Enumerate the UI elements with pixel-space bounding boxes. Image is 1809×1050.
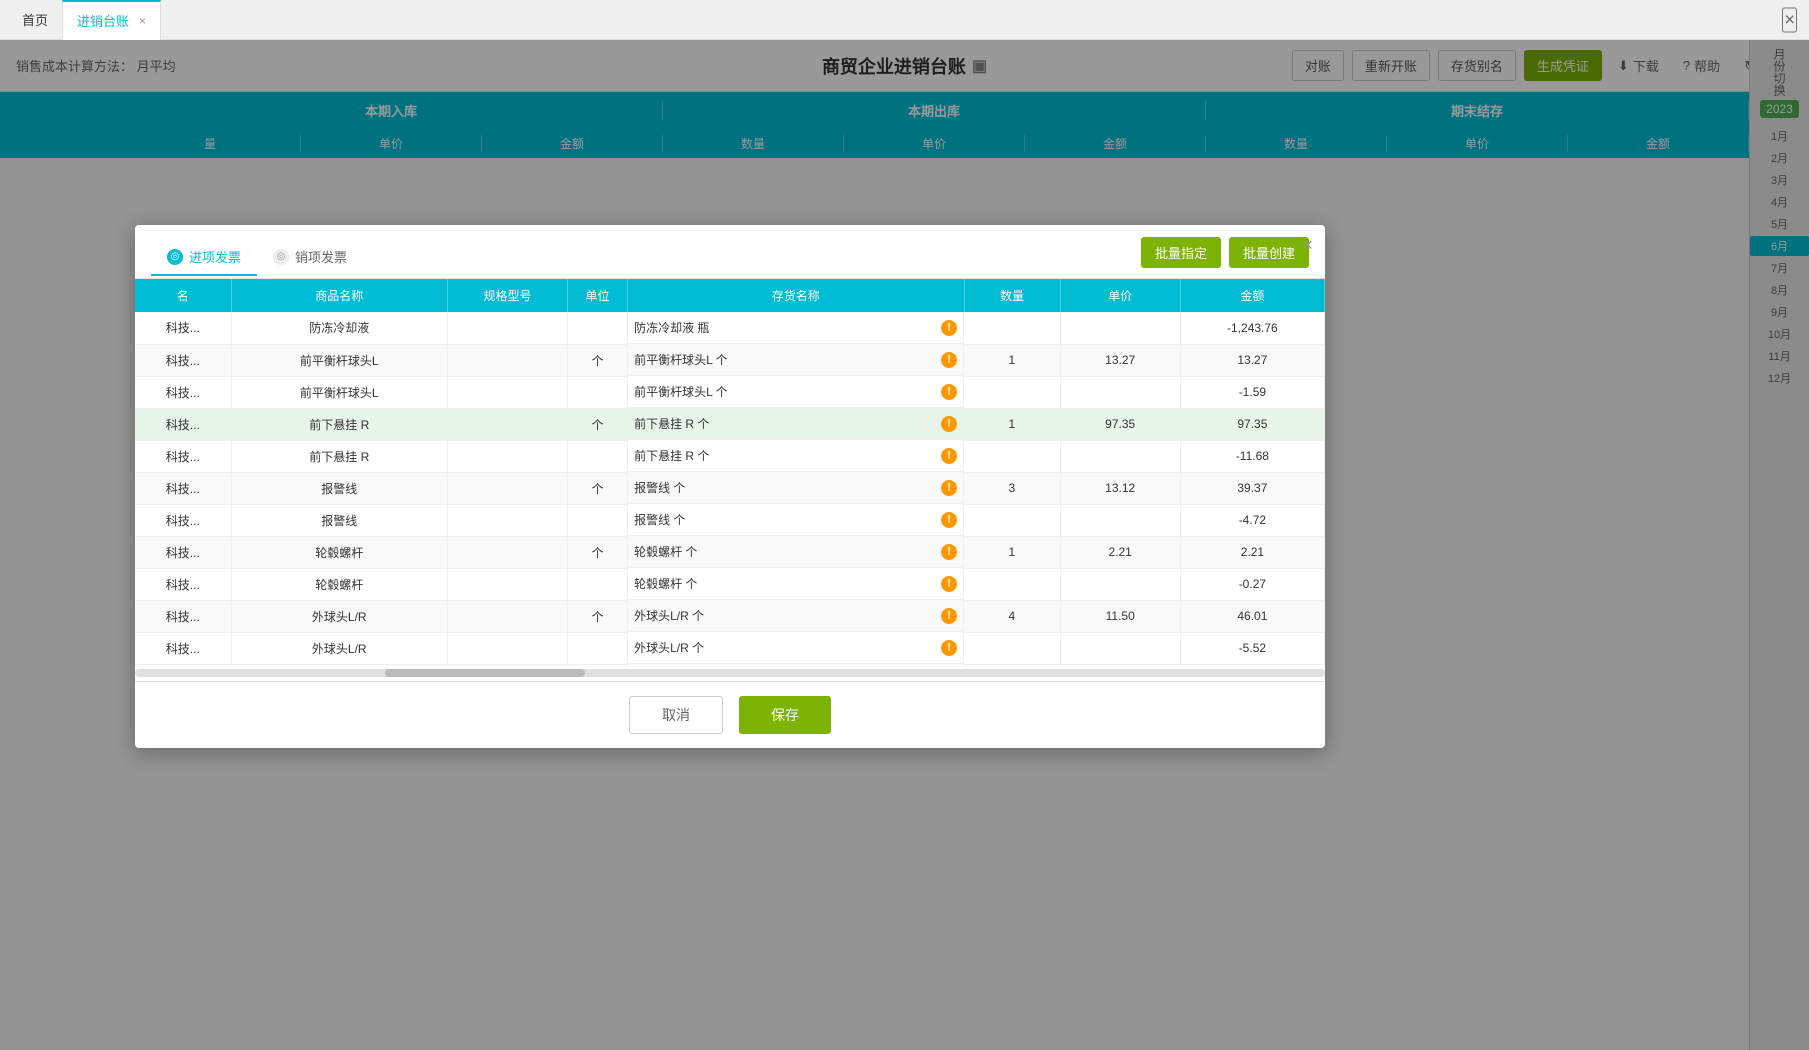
table-row: 科技...防冻冷却液防冻冷却液 瓶!-1,243.76 [135, 312, 1325, 344]
scrollbar-thumb[interactable] [385, 669, 585, 677]
warning-icon: ! [941, 352, 957, 368]
xiaoxiang-tab-icon: ◎ [273, 249, 289, 265]
warning-icon: ! [941, 576, 957, 592]
table-header-row: 名 商品名称 规格型号 单位 存货名称 数量 单价 金额 [135, 279, 1325, 312]
dialog-tabs: ◎ 进项发票 ◎ 销项发票 [151, 239, 363, 276]
stock-name-text: 外球头L/R 个 [634, 607, 704, 624]
warning-icon: ! [941, 512, 957, 528]
window-close-button[interactable]: × [1782, 7, 1797, 32]
th-product-name: 商品名称 [231, 279, 447, 312]
jinxiang-tab-label: 进项发票 [189, 247, 241, 266]
th-price: 单价 [1060, 279, 1180, 312]
warning-icon: ! [941, 480, 957, 496]
stock-name-text: 报警线 个 [634, 479, 685, 496]
warning-icon: ! [941, 384, 957, 400]
stock-name-text: 前平衡杆球头L 个 [634, 383, 728, 400]
horizontal-scrollbar[interactable] [135, 669, 1325, 677]
dialog-table: 名 商品名称 规格型号 单位 存货名称 数量 单价 金额 科技...防冻冷却液防… [135, 279, 1325, 665]
table-row: 科技...报警线个报警线 个!313.1239.37 [135, 472, 1325, 504]
batch-assign-button[interactable]: 批量指定 [1141, 237, 1221, 268]
table-row: 科技...前下悬挂 R个前下悬挂 R 个!197.3597.35 [135, 408, 1325, 440]
table-row: 科技...前下悬挂 R前下悬挂 R 个!-11.68 [135, 440, 1325, 472]
top-bar: 首页 进销台账 × × [0, 0, 1809, 40]
warning-icon: ! [941, 320, 957, 336]
dialog: ◎ 进项发票 ◎ 销项发票 批量指定 批量创建 × 名 商品名称 [135, 225, 1325, 748]
table-row: 科技...外球头L/R外球头L/R 个!-5.52 [135, 632, 1325, 664]
jinxiang-tab-icon: ◎ [167, 249, 183, 265]
warning-icon: ! [941, 544, 957, 560]
stock-name-text: 外球头L/R 个 [634, 639, 704, 656]
table-row: 科技...前平衡杆球头L前平衡杆球头L 个!-1.59 [135, 376, 1325, 408]
th-qty: 数量 [964, 279, 1060, 312]
stock-name-text: 前下悬挂 R 个 [634, 415, 709, 432]
tab-home[interactable]: 首页 [8, 0, 62, 40]
tab-active[interactable]: 进销台账 × [62, 0, 161, 40]
table-row: 科技...前平衡杆球头L个前平衡杆球头L 个!113.2713.27 [135, 344, 1325, 376]
table-row: 科技...外球头L/R个外球头L/R 个!411.5046.01 [135, 600, 1325, 632]
save-button[interactable]: 保存 [739, 696, 831, 734]
warning-icon: ! [941, 416, 957, 432]
table-row: 科技...报警线报警线 个!-4.72 [135, 504, 1325, 536]
dialog-table-container[interactable]: 名 商品名称 规格型号 单位 存货名称 数量 单价 金额 科技...防冻冷却液防… [135, 279, 1325, 665]
dialog-close-button[interactable]: × [1302, 235, 1313, 256]
tab-jinxiang[interactable]: ◎ 进项发票 [151, 239, 257, 276]
table-row: 科技...轮毂螺杆轮毂螺杆 个!-0.27 [135, 568, 1325, 600]
xiaoxiang-tab-label: 销项发票 [295, 247, 347, 266]
warning-icon: ! [941, 448, 957, 464]
dialog-footer: 取消 保存 [135, 681, 1325, 748]
table-row: 科技...轮毂螺杆个轮毂螺杆 个!12.212.21 [135, 536, 1325, 568]
th-company: 名 [135, 279, 231, 312]
batch-create-button[interactable]: 批量创建 [1229, 237, 1309, 268]
dialog-header-actions: 批量指定 批量创建 [1141, 237, 1309, 278]
tab-xiaoxiang[interactable]: ◎ 销项发票 [257, 239, 363, 276]
main-area: 销售成本计算方法： 月平均 商贸企业进销台账 ▣ 对账 重新开账 存货别名 生成… [0, 40, 1809, 1050]
stock-name-text: 前平衡杆球头L 个 [634, 351, 728, 368]
stock-name-text: 报警线 个 [634, 511, 685, 528]
stock-name-text: 防冻冷却液 瓶 [634, 319, 709, 336]
th-amount: 金额 [1180, 279, 1324, 312]
stock-name-text: 前下悬挂 R 个 [634, 447, 709, 464]
th-spec: 规格型号 [447, 279, 567, 312]
dialog-table-body: 科技...防冻冷却液防冻冷却液 瓶!-1,243.76科技...前平衡杆球头L个… [135, 312, 1325, 664]
th-stock-name: 存货名称 [628, 279, 964, 312]
tab-close-icon[interactable]: × [139, 14, 146, 28]
th-unit: 单位 [568, 279, 628, 312]
tab-active-label: 进销台账 [77, 11, 129, 30]
dialog-header: ◎ 进项发票 ◎ 销项发票 批量指定 批量创建 × [135, 225, 1325, 279]
warning-icon: ! [941, 608, 957, 624]
warning-icon: ! [941, 640, 957, 656]
stock-name-text: 轮毂螺杆 个 [634, 575, 697, 592]
cancel-button[interactable]: 取消 [629, 696, 723, 734]
stock-name-text: 轮毂螺杆 个 [634, 543, 697, 560]
